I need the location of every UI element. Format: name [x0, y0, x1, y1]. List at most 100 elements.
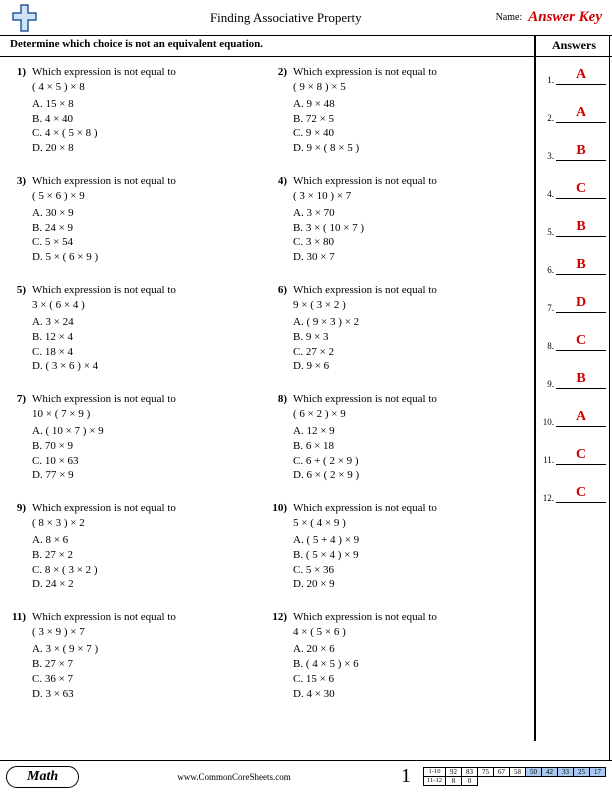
answer-blank: A: [556, 409, 606, 427]
question-number: 11): [6, 610, 32, 701]
question-choice: A. ( 5 + 4 ) × 9: [293, 533, 528, 548]
question-body: Which expression is not equal to9 × ( 3 …: [293, 283, 528, 374]
answer-blank: B: [556, 219, 606, 237]
question-choice: B. 9 × 3: [293, 330, 528, 345]
question-choices: A. ( 10 × 7 ) × 9B. 70 × 9C. 10 × 63D. 7…: [32, 424, 267, 483]
question-body: Which expression is not equal to10 × ( 7…: [32, 392, 267, 483]
score-cell: 75: [478, 768, 494, 777]
question-expression: 10 × ( 7 × 9 ): [32, 407, 267, 422]
question-stem: Which expression is not equal to: [293, 283, 528, 298]
question-stem: Which expression is not equal to: [293, 174, 528, 189]
question-body: Which expression is not equal to( 4 × 5 …: [32, 65, 267, 156]
instruction-row: Determine which choice is not an equival…: [0, 36, 612, 57]
answer-row: 9.B: [542, 367, 606, 389]
question-number: 10): [267, 501, 293, 592]
question-stem: Which expression is not equal to: [32, 501, 267, 516]
question-stem: Which expression is not equal to: [293, 501, 528, 516]
logo-icon: [10, 4, 38, 32]
question-choices: A. 8 × 6B. 27 × 2C. 8 × ( 3 × 2 )D. 24 ×…: [32, 533, 267, 592]
answer-blank: D: [556, 295, 606, 313]
subject-box: Math: [6, 766, 79, 788]
question-choice: C. 27 × 2: [293, 345, 528, 360]
question-expression: ( 8 × 3 ) × 2: [32, 516, 267, 531]
question-choice: D. 3 × 63: [32, 687, 267, 702]
answer-row: 5.B: [542, 215, 606, 237]
question-choice: D. 30 × 7: [293, 250, 528, 265]
question: 8)Which expression is not equal to( 6 × …: [267, 392, 528, 483]
question-choices: A. 20 × 6B. ( 4 × 5 ) × 6C. 15 × 6D. 4 ×…: [293, 642, 528, 701]
question-choice: A. 3 × 70: [293, 206, 528, 221]
question-choices: A. 3 × 70B. 3 × ( 10 × 7 )C. 3 × 80D. 30…: [293, 206, 528, 265]
question-number: 6): [267, 283, 293, 374]
question-number: 4): [267, 174, 293, 265]
site-url: www.CommonCoreSheets.com: [79, 772, 389, 782]
question-choice: B. ( 4 × 5 ) × 6: [293, 657, 528, 672]
question-choice: C. 9 × 40: [293, 126, 528, 141]
question-choice: D. 77 × 9: [32, 468, 267, 483]
question: 5)Which expression is not equal to3 × ( …: [6, 283, 267, 374]
question-choice: A. 15 × 8: [32, 97, 267, 112]
question-stem: Which expression is not equal to: [293, 392, 528, 407]
answer-number: 1.: [542, 75, 556, 85]
question-stem: Which expression is not equal to: [32, 174, 267, 189]
question-body: Which expression is not equal to( 3 × 10…: [293, 174, 528, 265]
question-choice: D. 20 × 9: [293, 577, 528, 592]
question-number: 3): [6, 174, 32, 265]
question-body: Which expression is not equal to( 6 × 2 …: [293, 392, 528, 483]
answer-number: 10.: [542, 417, 556, 427]
score-cell: 67: [494, 768, 510, 777]
instruction-text: Determine which choice is not an equival…: [0, 36, 534, 56]
answer-number: 5.: [542, 227, 556, 237]
answer-row: 7.D: [542, 291, 606, 313]
answer-letter: C: [576, 485, 586, 500]
question-choice: A. 8 × 6: [32, 533, 267, 548]
question-choices: A. 3 × ( 9 × 7 )B. 27 × 7C. 36 × 7D. 3 ×…: [32, 642, 267, 701]
answer-blank: A: [556, 67, 606, 85]
answer-key-text: Answer Key: [528, 9, 602, 26]
question-choice: D. ( 3 × 6 ) × 4: [32, 359, 267, 374]
question-body: Which expression is not equal to3 × ( 6 …: [32, 283, 267, 374]
question-choice: C. 10 × 63: [32, 454, 267, 469]
answer-letter: A: [576, 67, 586, 82]
answer-row: 12.C: [542, 481, 606, 503]
score-cell: 8: [446, 777, 462, 786]
question-expression: 3 × ( 6 × 4 ): [32, 298, 267, 313]
question-expression: 4 × ( 5 × 6 ): [293, 625, 528, 640]
question-expression: ( 9 × 8 ) × 5: [293, 80, 528, 95]
questions-grid: 1)Which expression is not equal to( 4 × …: [0, 57, 534, 741]
question-choice: D. 20 × 8: [32, 141, 267, 156]
question-number: 9): [6, 501, 32, 592]
answer-blank: C: [556, 181, 606, 199]
question-choice: C. 36 × 7: [32, 672, 267, 687]
question-choice: D. 6 × ( 2 × 9 ): [293, 468, 528, 483]
question-choice: B. 70 × 9: [32, 439, 267, 454]
question-stem: Which expression is not equal to: [293, 610, 528, 625]
question-choices: A. 3 × 24B. 12 × 4C. 18 × 4D. ( 3 × 6 ) …: [32, 315, 267, 374]
answer-row: 6.B: [542, 253, 606, 275]
answer-number: 9.: [542, 379, 556, 389]
question-choice: C. 5 × 36: [293, 563, 528, 578]
question-body: Which expression is not equal to( 9 × 8 …: [293, 65, 528, 156]
answer-letter: D: [576, 295, 586, 310]
question-number: 5): [6, 283, 32, 374]
worksheet-title: Finding Associative Property: [46, 10, 496, 26]
page-number: 1: [389, 765, 423, 788]
score-row-label: 11-12: [424, 777, 446, 786]
answer-number: 11.: [542, 455, 556, 465]
question-number: 7): [6, 392, 32, 483]
question-choice: B. 24 × 9: [32, 221, 267, 236]
question-choices: A. 15 × 8B. 4 × 40C. 4 × ( 5 × 8 )D. 20 …: [32, 97, 267, 156]
question-body: Which expression is not equal to( 8 × 3 …: [32, 501, 267, 592]
question-body: Which expression is not equal to( 3 × 9 …: [32, 610, 267, 701]
answer-letter: C: [576, 447, 586, 462]
score-cell: 0: [462, 777, 478, 786]
answers-column: 1.A2.A3.B4.C5.B6.B7.D8.C9.B10.A11.C12.C: [534, 57, 612, 741]
question: 1)Which expression is not equal to( 4 × …: [6, 65, 267, 156]
question: 11)Which expression is not equal to( 3 ×…: [6, 610, 267, 701]
score-cell: 33: [558, 768, 574, 777]
question-number: 2): [267, 65, 293, 156]
question-choices: A. ( 5 + 4 ) × 9B. ( 5 × 4 ) × 9C. 5 × 3…: [293, 533, 528, 592]
answer-letter: B: [576, 257, 585, 272]
question-choice: A. 30 × 9: [32, 206, 267, 221]
answer-row: 3.B: [542, 139, 606, 161]
